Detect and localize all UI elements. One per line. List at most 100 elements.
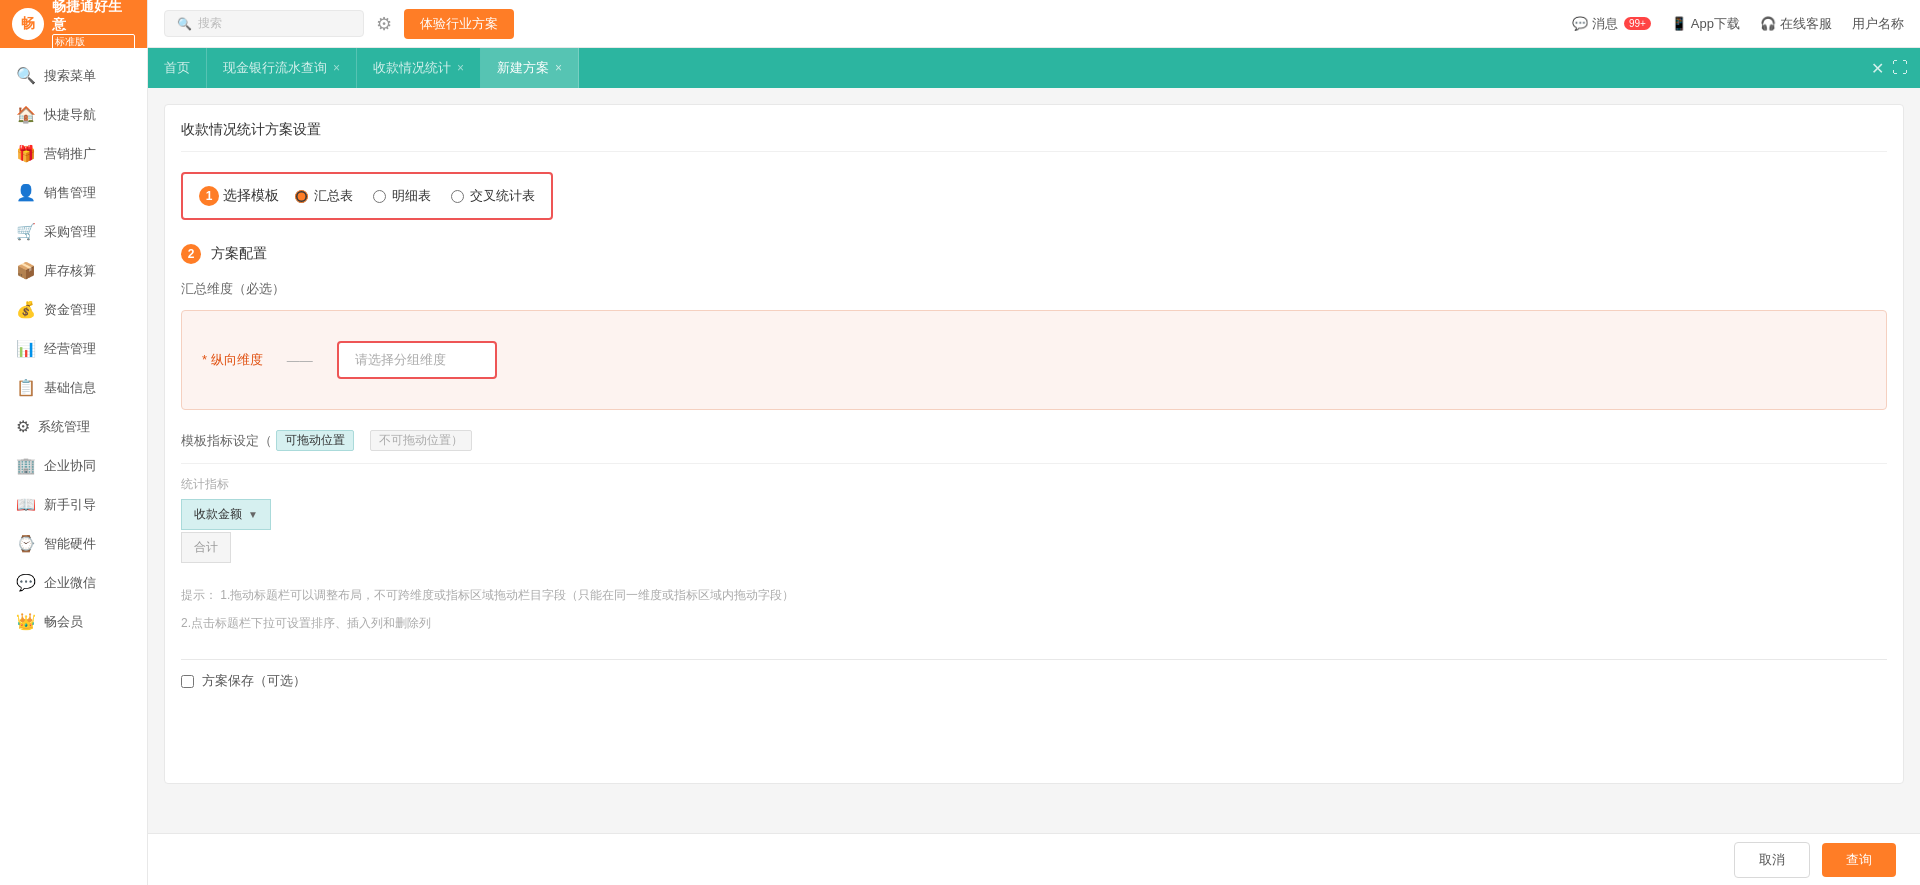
sidebar-item-label: 智能硬件 <box>44 535 96 553</box>
tab-collection-stat[interactable]: 收款情况统计 × <box>357 48 481 88</box>
search-bar[interactable]: 🔍 搜索 <box>164 10 364 37</box>
section2-number: 2 <box>181 244 201 264</box>
radio-cross-input[interactable] <box>451 190 464 203</box>
sidebar-item-label: 资金管理 <box>44 301 96 319</box>
tab-new-plan-close-icon[interactable]: × <box>555 61 562 75</box>
sidebar-item-smart-hw[interactable]: ⌚ 智能硬件 <box>0 524 147 563</box>
app-download-button[interactable]: 📱 App下载 <box>1671 15 1740 33</box>
amount-tag[interactable]: 收款金额 ▼ <box>181 499 271 530</box>
tab-new-plan-label: 新建方案 <box>497 59 549 77</box>
sidebar-item-member[interactable]: 👑 畅会员 <box>0 602 147 641</box>
sidebar-item-enterprise-coop[interactable]: 🏢 企业协同 <box>0 446 147 485</box>
topbar: 🔍 搜索 ⚙ 体验行业方案 💬 消息 99+ 📱 App下载 🎧 在线客服 用户… <box>148 0 1920 48</box>
section2-header: 2 方案配置 <box>181 244 1887 264</box>
tab-new-plan[interactable]: 新建方案 × <box>481 48 579 88</box>
radio-summary[interactable]: 汇总表 <box>295 187 353 205</box>
sidebar-item-label: 经营管理 <box>44 340 96 358</box>
tab-collection-stat-close-icon[interactable]: × <box>457 61 464 75</box>
config-section: 2 方案配置 汇总维度（必选） * 纵向维度 —— 请选择分组维度 模板指标设定… <box>181 244 1887 635</box>
tab-cash-bank-close-icon[interactable]: × <box>333 61 340 75</box>
sidebar-item-label: 快捷导航 <box>44 106 96 124</box>
sidebar: 畅 畅捷通好生意 标准版 🔍 搜索菜单 🏠 快捷导航 🎁 营销推广 👤 销售管理… <box>0 0 148 885</box>
message-badge: 99+ <box>1624 17 1651 30</box>
sidebar-item-marketing[interactable]: 🎁 营销推广 <box>0 134 147 173</box>
sidebar-item-label: 库存核算 <box>44 262 96 280</box>
radio-detail-label: 明细表 <box>392 187 431 205</box>
section1-number: 1 <box>199 186 219 206</box>
stats-label: 统计指标 <box>181 476 1887 493</box>
smart-hw-icon: ⌚ <box>16 534 36 553</box>
tab-cash-bank[interactable]: 现金银行流水查询 × <box>207 48 357 88</box>
tab-collection-stat-label: 收款情况统计 <box>373 59 451 77</box>
sidebar-item-beginner[interactable]: 📖 新手引导 <box>0 485 147 524</box>
hint-line-1: 提示： 1.拖动标题栏可以调整布局，不可跨维度或指标区域拖动栏目字段（只能在同一… <box>181 583 1887 607</box>
sidebar-item-search-menu[interactable]: 🔍 搜索菜单 <box>0 56 147 95</box>
save-plan-checkbox[interactable] <box>181 675 194 688</box>
sales-icon: 👤 <box>16 183 36 202</box>
sidebar-item-label: 系统管理 <box>38 418 90 436</box>
inventory-icon: 📦 <box>16 261 36 280</box>
section1-header: 1 选择模板 汇总表 明细表 交叉统计表 <box>181 172 1887 220</box>
dimension-title: 汇总维度（必选） <box>181 280 1887 298</box>
tab-close-all-icon[interactable]: ✕ <box>1871 59 1884 78</box>
grouping-dimension-selector[interactable]: 请选择分组维度 <box>337 341 497 379</box>
sidebar-item-operations[interactable]: 📊 经营管理 <box>0 329 147 368</box>
radio-cross-label: 交叉统计表 <box>470 187 535 205</box>
tab-maximize-icon[interactable]: ⛶ <box>1892 59 1908 77</box>
hints-area: 提示： 1.拖动标题栏可以调整布局，不可跨维度或指标区域拖动栏目字段（只能在同一… <box>181 583 1887 635</box>
sidebar-item-system[interactable]: ⚙ 系统管理 <box>0 407 147 446</box>
logo-name: 畅捷通好生意 <box>52 0 135 34</box>
settings-gear-icon[interactable]: ⚙ <box>376 13 392 35</box>
vertical-dim-label: * 纵向维度 <box>202 351 263 369</box>
logo-icon: 畅 <box>12 8 44 40</box>
tab-home[interactable]: 首页 <box>148 48 207 88</box>
enterprise-coop-icon: 🏢 <box>16 456 36 475</box>
sidebar-item-label: 企业协同 <box>44 457 96 475</box>
sidebar-item-purchase[interactable]: 🛒 采购管理 <box>0 212 147 251</box>
sidebar-item-sales[interactable]: 👤 销售管理 <box>0 173 147 212</box>
sidebar-item-enterprise-wechat[interactable]: 💬 企业微信 <box>0 563 147 602</box>
indicator-divider <box>181 463 1887 464</box>
radio-detail[interactable]: 明细表 <box>373 187 431 205</box>
hint-line-2: 2.点击标题栏下拉可设置排序、插入列和删除列 <box>181 611 1887 635</box>
online-support-label: 在线客服 <box>1780 15 1832 33</box>
indicators-section: 模板指标设定（ 可拖动位置 不可拖动位置） 统计指标 收款金额 ▼ <box>181 430 1887 563</box>
template-selection-box: 1 选择模板 汇总表 明细表 交叉统计表 <box>181 172 553 220</box>
immovable-indicator: 不可拖动位置） <box>370 430 472 451</box>
amount-tag-dropdown-icon[interactable]: ▼ <box>248 509 258 520</box>
sidebar-item-label: 基础信息 <box>44 379 96 397</box>
radio-detail-input[interactable] <box>373 190 386 203</box>
template-section: 1 选择模板 汇总表 明细表 交叉统计表 <box>181 172 1887 220</box>
tabbar: 首页 现金银行流水查询 × 收款情况统计 × 新建方案 × ✕ ⛶ <box>148 48 1920 88</box>
message-label: 消息 <box>1592 15 1618 33</box>
message-button[interactable]: 💬 消息 99+ <box>1572 15 1651 33</box>
cancel-button[interactable]: 取消 <box>1734 842 1810 878</box>
tab-home-label: 首页 <box>164 59 190 77</box>
system-icon: ⚙ <box>16 417 30 436</box>
sidebar-item-basic-info[interactable]: 📋 基础信息 <box>0 368 147 407</box>
radio-cross[interactable]: 交叉统计表 <box>451 187 535 205</box>
online-support-icon: 🎧 <box>1760 16 1776 31</box>
arrow-icon: —— <box>287 353 313 368</box>
purchase-icon: 🛒 <box>16 222 36 241</box>
query-button[interactable]: 查询 <box>1822 843 1896 877</box>
save-plan-label: 方案保存（可选） <box>202 672 306 690</box>
template-radio-group: 汇总表 明细表 交叉统计表 <box>295 187 535 205</box>
sidebar-logo: 畅 畅捷通好生意 标准版 <box>0 0 147 48</box>
config-area: 汇总维度（必选） * 纵向维度 —— 请选择分组维度 模板指标设定（ 可拖动位置… <box>181 280 1887 635</box>
marketing-icon: 🎁 <box>16 144 36 163</box>
sidebar-item-finance[interactable]: 💰 资金管理 <box>0 290 147 329</box>
search-icon: 🔍 <box>177 17 192 31</box>
trial-button[interactable]: 体验行业方案 <box>404 9 514 39</box>
search-menu-icon: 🔍 <box>16 66 36 85</box>
radio-summary-input[interactable] <box>295 190 308 203</box>
message-icon: 💬 <box>1572 16 1588 31</box>
sidebar-item-quick-nav[interactable]: 🏠 快捷导航 <box>0 95 147 134</box>
amount-tag-label: 收款金额 <box>194 506 242 523</box>
page-content-area: 收款情况统计方案设置 1 选择模板 汇总表 明细表 <box>164 104 1904 784</box>
section1-label: 选择模板 <box>223 187 279 205</box>
online-support-button[interactable]: 🎧 在线客服 <box>1760 15 1832 33</box>
sidebar-item-label: 畅会员 <box>44 613 83 631</box>
sidebar-item-inventory[interactable]: 📦 库存核算 <box>0 251 147 290</box>
app-download-label: App下载 <box>1691 15 1740 33</box>
